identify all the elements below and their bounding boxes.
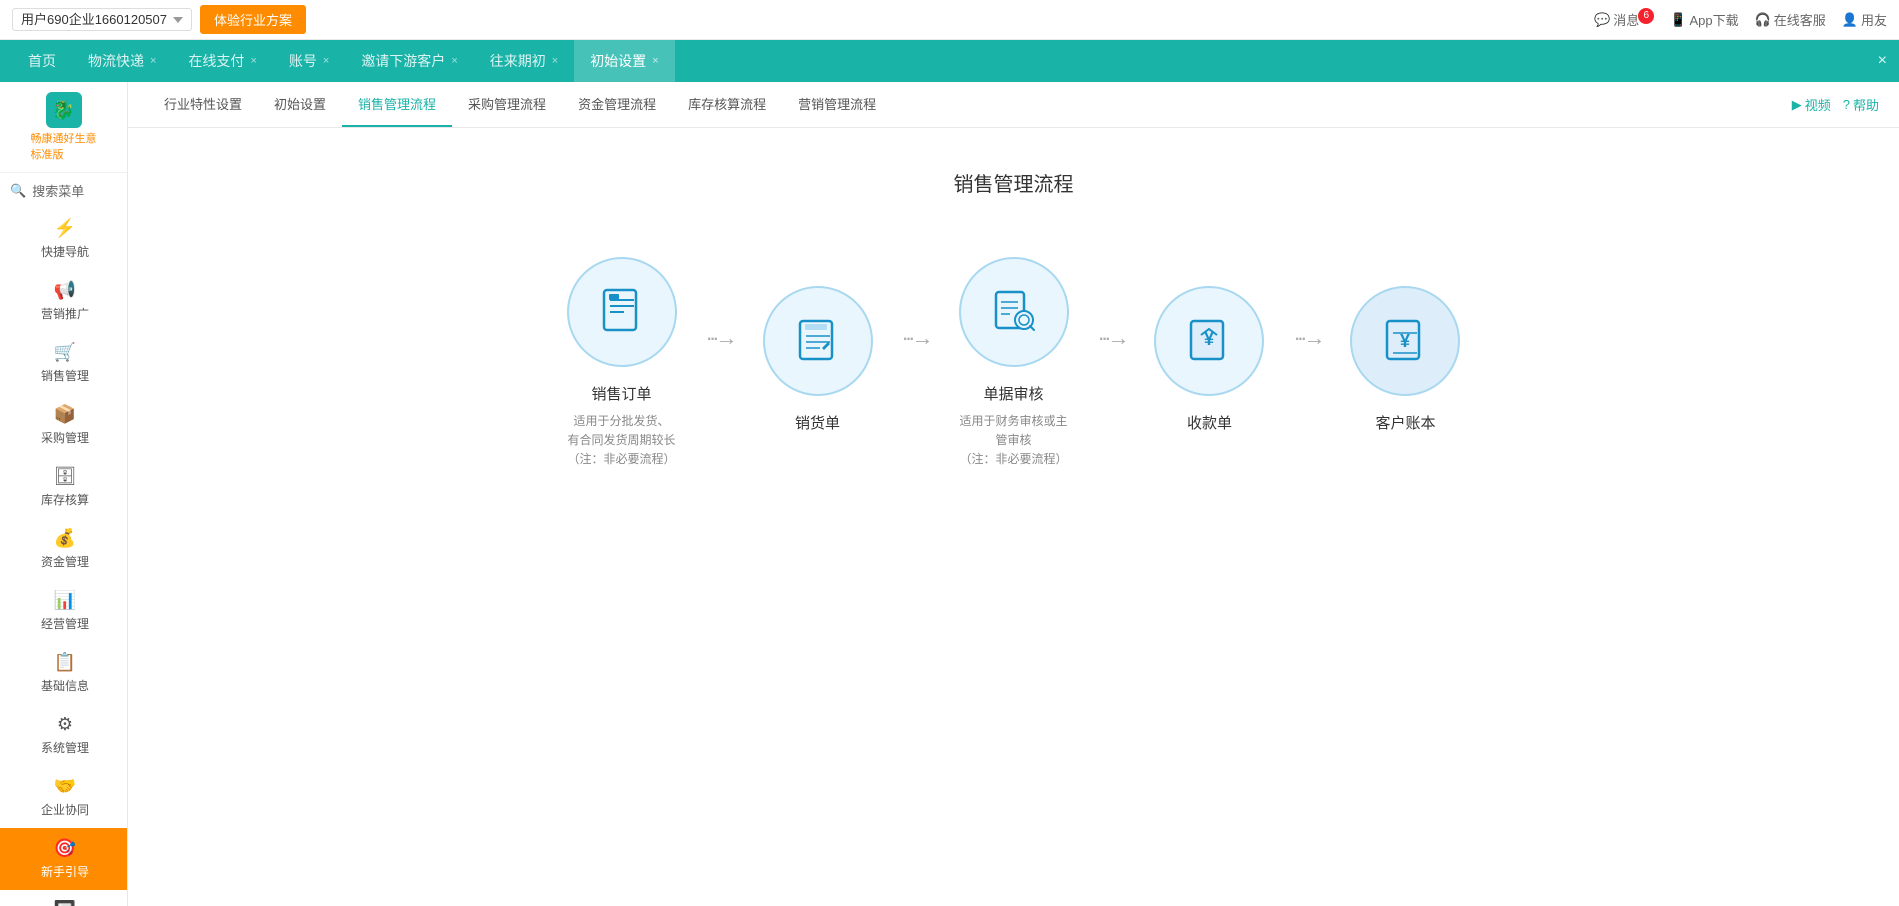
close-icon[interactable]: × [250,55,256,67]
arrow-2: ···→ [902,325,930,401]
sidebar-logo: 🐉 畅康通好生意 标准版 [0,82,127,173]
close-icon[interactable]: × [451,55,457,67]
sidebar-item-sales[interactable]: 🛒 销售管理 [0,332,127,394]
operations-icon: 📊 [54,590,76,611]
app-icon: 📱 [1670,12,1686,28]
sidebar: 🐉 畅康通好生意 标准版 🔍 搜索菜单 ⚡ 快捷导航 📢 营销推广 🛒 销售管理… [0,82,128,906]
sidebar-item-newbie[interactable]: 🎯 新手引导 [0,828,127,890]
sidebar-item-operations[interactable]: 📊 经营管理 [0,580,127,642]
document-review-desc: 适用于财务审核或主管审核（注：非必要流程） [959,412,1067,470]
subtab-marketing-flow[interactable]: 营销管理流程 [782,82,892,127]
tab-account[interactable]: 账号 × [273,40,345,82]
sidebar-item-inventory[interactable]: 🗄 库存核算 [0,456,127,518]
flow-step-sales-invoice: 销货单 [738,286,898,441]
tab-home[interactable]: 首页 [12,40,72,82]
tab-logistics[interactable]: 物流快递 × [72,40,172,82]
sidebar-item-basic[interactable]: 📋 基础信息 [0,642,127,704]
help-link[interactable]: ? 帮助 [1843,95,1879,114]
user-select[interactable]: 用户690企业1660120507 [12,8,192,31]
marketing-icon: 📢 [54,280,76,301]
sidebar-item-system[interactable]: ⚙ 系统管理 [0,704,127,766]
message-badge: 6 [1638,8,1654,24]
app-download-link[interactable]: 📱 App下载 [1670,10,1738,29]
tab-invite[interactable]: 邀请下游客户 × [345,40,473,82]
close-icon[interactable]: × [652,55,658,67]
flow-steps: 销售订单 适用于分批发货、有合同发货周期较长（注：非必要流程） ···→ [542,257,1486,470]
logo-text: 畅康通好生意 标准版 [31,130,97,162]
sales-invoice-circle[interactable] [763,286,873,396]
nav-tabs: 首页 物流快递 × 在线支付 × 账号 × 邀请下游客户 × 往来期初 × 初始… [0,40,1899,82]
receipt-name: 收款单 [1187,412,1232,433]
close-all-button[interactable]: × [1878,52,1887,70]
top-bar-right: 💬 消息 6 📱 App下载 🎧 在线客服 👤 用友 [1594,10,1887,29]
service-icon: 🎧 [1755,12,1771,28]
receipt-circle[interactable]: ¥ [1154,286,1264,396]
close-icon[interactable]: × [552,55,558,67]
inventory-icon: 🗄 [54,466,77,487]
message-icon: 💬 [1594,12,1610,28]
system-icon: ⚙ [57,714,73,735]
user-avatar: 👤 [1842,12,1858,28]
tab-history[interactable]: 往来期初 × [474,40,574,82]
sidebar-item-enterprise[interactable]: 🤝 企业协同 [0,766,127,828]
document-review-name: 单据审核 [983,383,1043,404]
quick-nav-icon: ⚡ [54,218,76,239]
flow-step-receipt: ¥ 收款单 [1129,286,1289,441]
sidebar-item-marketing[interactable]: 📢 营销推广 [0,270,127,332]
basic-icon: 📋 [54,652,76,673]
subtab-industry[interactable]: 行业特性设置 [148,82,258,127]
tab-setup[interactable]: 初始设置 × [574,40,674,82]
layout: 🐉 畅康通好生意 标准版 🔍 搜索菜单 ⚡ 快捷导航 📢 营销推广 🛒 销售管理… [0,82,1899,906]
top-bar-left: 用户690企业1660120507 体验行业方案 [12,5,306,34]
sales-icon: 🛒 [54,342,76,363]
experience-button[interactable]: 体验行业方案 [200,5,306,34]
purchase-icon: 📦 [54,404,76,425]
flow-step-customer-account: ¥ 客户账本 [1325,286,1485,441]
close-icon[interactable]: × [323,55,329,67]
arrow-3: ···→ [1098,325,1126,401]
flow-step-document-review: 单据审核 适用于财务审核或主管审核（注：非必要流程） [934,257,1094,470]
sub-tab-actions: ▶ 视频 ? 帮助 [1792,95,1879,114]
service-link[interactable]: 🎧 在线客服 [1755,10,1826,29]
newbie-icon: 🎯 [54,838,76,859]
sidebar-item-app-center[interactable]: 🔲 应用中心 [0,890,127,906]
message-link[interactable]: 💬 消息 6 [1594,10,1654,29]
sales-invoice-name: 销货单 [795,412,840,433]
sidebar-search[interactable]: 🔍 搜索菜单 [0,173,127,208]
sidebar-item-purchase[interactable]: 📦 采购管理 [0,394,127,456]
enterprise-icon: 🤝 [54,776,76,797]
finance-icon: 💰 [54,528,76,549]
flow-title: 销售管理流程 [954,168,1074,197]
user-menu[interactable]: 👤 用友 [1842,10,1887,29]
sales-order-name: 销售订单 [592,383,652,404]
flow-step-sales-order: 销售订单 适用于分批发货、有合同发货周期较长（注：非必要流程） [542,257,702,470]
search-icon: 🔍 [10,183,26,199]
customer-account-name: 客户账本 [1375,412,1435,433]
subtab-purchase-flow[interactable]: 采购管理流程 [452,82,562,127]
flow-container: 销售管理流程 销售订单 适用于分批发货、有合同发货周期较长（注 [128,128,1899,490]
top-bar: 用户690企业1660120507 体验行业方案 💬 消息 6 📱 App下载 … [0,0,1899,40]
sidebar-item-finance[interactable]: 💰 资金管理 [0,518,127,580]
sidebar-item-quick-nav[interactable]: ⚡ 快捷导航 [0,208,127,270]
subtab-initial[interactable]: 初始设置 [258,82,342,127]
app-center-icon: 🔲 [54,900,76,906]
help-icon: ? [1843,97,1850,112]
subtab-inventory-flow[interactable]: 库存核算流程 [672,82,782,127]
sub-tabs: 行业特性设置 初始设置 销售管理流程 采购管理流程 资金管理流程 库存核算流程 … [128,82,1899,128]
main-content: 行业特性设置 初始设置 销售管理流程 采购管理流程 资金管理流程 库存核算流程 … [128,82,1899,906]
sales-order-circle[interactable] [567,257,677,367]
document-review-circle[interactable] [959,257,1069,367]
subtab-sales-flow[interactable]: 销售管理流程 [342,82,452,127]
logo-icon: 🐉 [46,92,82,128]
video-icon: ▶ [1792,97,1802,113]
arrow-1: ···→ [706,325,734,401]
close-icon[interactable]: × [150,55,156,67]
svg-text:¥: ¥ [1400,331,1410,351]
subtab-capital-flow[interactable]: 资金管理流程 [562,82,672,127]
video-link[interactable]: ▶ 视频 [1792,95,1831,114]
arrow-4: ···→ [1293,325,1321,401]
tab-payment[interactable]: 在线支付 × [172,40,272,82]
customer-account-circle[interactable]: ¥ [1350,286,1460,396]
sales-order-desc: 适用于分批发货、有合同发货周期较长（注：非必要流程） [568,412,676,470]
